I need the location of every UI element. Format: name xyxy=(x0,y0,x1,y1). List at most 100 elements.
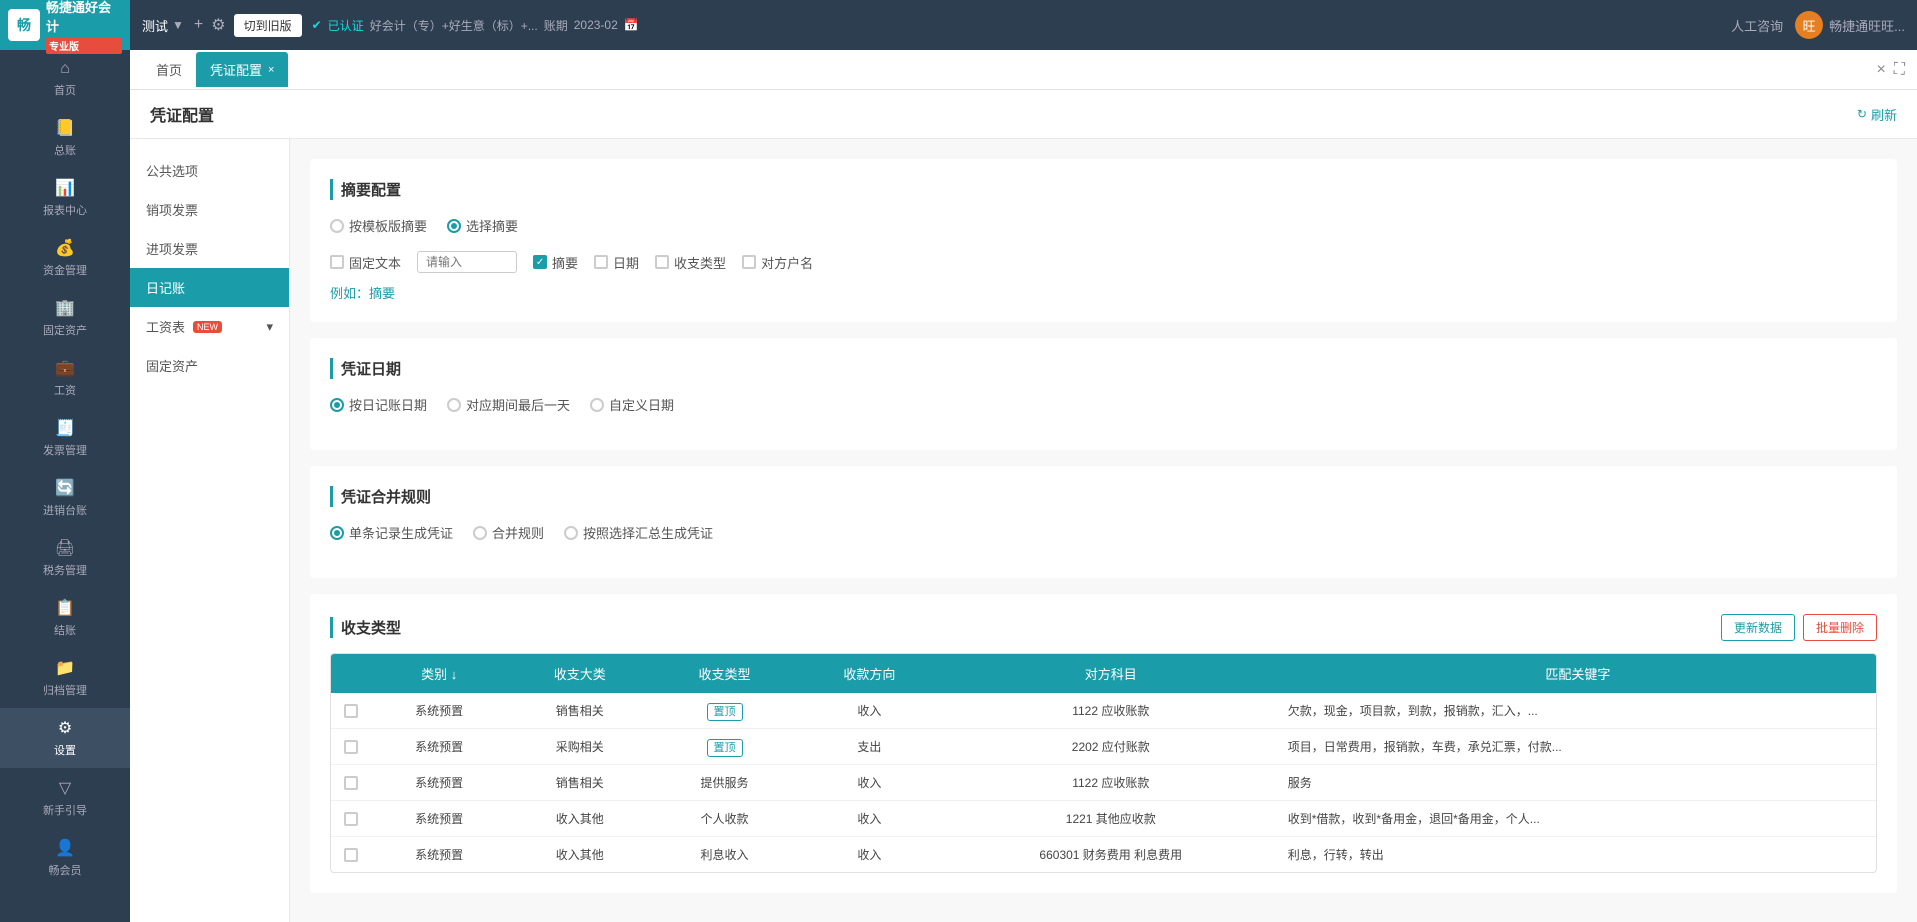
sidebar-item-member[interactable]: 👤 畅会员 xyxy=(0,828,130,888)
topbar-tags: ✔ 已认证 好会计（专）+好生意（标）+... 账期 2023-02 📅 xyxy=(312,17,1722,34)
cell-major-3: 收入其他 xyxy=(507,801,652,837)
topbar-actions: + ⚙ 切到旧版 xyxy=(194,14,302,37)
th-direction: 收款方向 xyxy=(797,654,942,693)
radio-select[interactable]: 选择摘要 xyxy=(447,216,518,235)
example-text: 例如：摘要 xyxy=(330,283,1877,302)
new-badge: NEW xyxy=(193,321,222,333)
tab-close-icon[interactable]: × xyxy=(268,64,274,76)
cell-checkbox-0[interactable] xyxy=(331,693,371,729)
expand-window-button[interactable]: ⛶ xyxy=(1894,61,1905,79)
nav-item-payroll[interactable]: 工资表 NEW ▾ xyxy=(130,307,289,346)
left-nav: 公共选项 销项发票 进项发票 日记账 工资表 NEW ▾ xyxy=(130,139,290,922)
nav-item-sales-invoice[interactable]: 销项发票 xyxy=(130,190,289,229)
sidebar-item-home[interactable]: ⌂ 首页 xyxy=(0,50,130,108)
sidebar-item-assets[interactable]: 🏢 固定资产 xyxy=(0,288,130,348)
layout: 公共选项 销项发票 进项发票 日记账 工资表 NEW ▾ xyxy=(130,139,1917,922)
sidebar-item-purchase-sales[interactable]: 🔄 进销台账 xyxy=(0,468,130,528)
ledger-icon: 📒 xyxy=(55,118,75,138)
radio-journal-date[interactable]: 按日记账日期 xyxy=(330,395,427,414)
checkbox-type[interactable]: 收支类型 xyxy=(655,253,726,272)
summary-config-section: 摘要配置 按模板版摘要 选择摘要 xyxy=(310,159,1897,322)
sidebar-item-ledger[interactable]: 📒 总账 xyxy=(0,108,130,168)
cell-checkbox-1[interactable] xyxy=(331,729,371,765)
tab-voucher-config[interactable]: 凭证配置 × xyxy=(196,52,288,87)
cell-keywords-3: 收到*借款，收到*备用金，退回*备用金，个人... xyxy=(1280,801,1876,837)
main-area: 测试 ▼ + ⚙ 切到旧版 ✔ 已认证 好会计（专）+好生意（标）+... 账期… xyxy=(130,0,1917,922)
funds-icon: 💰 xyxy=(55,238,75,258)
checkbox-date[interactable]: 日期 xyxy=(594,253,639,272)
top-tag-0[interactable]: 置顶 xyxy=(707,703,743,721)
th-checkbox xyxy=(331,654,371,693)
cell-major-2: 销售相关 xyxy=(507,765,652,801)
sidebar-item-funds[interactable]: 💰 资金管理 xyxy=(0,228,130,288)
cell-keywords-2: 服务 xyxy=(1280,765,1876,801)
income-expense-table-container: 类别 ↓ 收支大类 收支类型 收款方向 对方科目 匹配关键字 xyxy=(330,653,1877,873)
sidebar-item-tax[interactable]: 🖨 税务管理 xyxy=(0,528,130,588)
radio-circle-select-total xyxy=(564,526,578,540)
select-all-checkbox[interactable] xyxy=(344,667,358,681)
sidebar-item-invoice[interactable]: 🧾 发票管理 xyxy=(0,408,130,468)
nav-item-journal[interactable]: 日记账 xyxy=(130,268,289,307)
cell-account-2: 1122 应收账款 xyxy=(942,765,1280,801)
th-account: 对方科目 xyxy=(942,654,1280,693)
calendar-icon[interactable]: 📅 xyxy=(624,18,639,32)
sidebar-item-settle[interactable]: 📋 结账 xyxy=(0,588,130,648)
cell-direction-2: 收入 xyxy=(797,765,942,801)
company-name[interactable]: 测试 ▼ xyxy=(142,16,184,35)
cell-checkbox-3[interactable] xyxy=(331,801,371,837)
sidebar-item-archive[interactable]: 📁 归档管理 xyxy=(0,648,130,708)
radio-custom-date[interactable]: 自定义日期 xyxy=(590,395,674,414)
row-checkbox-1[interactable] xyxy=(344,740,358,754)
checkbox-fixed-text[interactable]: 固定文本 xyxy=(330,253,401,272)
nav-item-public[interactable]: 公共选项 xyxy=(130,151,289,190)
table-row: 系统预置 收入其他 利息收入 收入 660301 财务费用 利息费用 利息，行转… xyxy=(331,837,1876,873)
batch-delete-button[interactable]: 批量删除 xyxy=(1803,614,1877,641)
switch-version-button[interactable]: 切到旧版 xyxy=(234,14,302,37)
voucher-date-radio-group: 按日记账日期 对应期间最后一天 自定义日期 xyxy=(330,395,1877,414)
cell-checkbox-2[interactable] xyxy=(331,765,371,801)
radio-circle-merge xyxy=(473,526,487,540)
user-menu[interactable]: 旺 畅捷通旺旺... xyxy=(1795,11,1905,39)
period-value: 2023-02 xyxy=(574,18,618,32)
cell-category-0: 系统预置 xyxy=(371,693,507,729)
row-checkbox-2[interactable] xyxy=(344,776,358,790)
nav-item-purchase-invoice[interactable]: 进项发票 xyxy=(130,229,289,268)
radio-single[interactable]: 单条记录生成凭证 xyxy=(330,523,453,542)
assets-icon: 🏢 xyxy=(55,298,75,318)
income-expense-header: 收支类型 更新数据 批量删除 xyxy=(330,614,1877,641)
merge-rules-section: 凭证合并规则 单条记录生成凭证 合并规则 按照选择汇总生成凭证 xyxy=(310,466,1897,578)
radio-merge[interactable]: 合并规则 xyxy=(473,523,544,542)
avatar: 旺 xyxy=(1795,11,1823,39)
nav-item-fixed-assets[interactable]: 固定资产 xyxy=(130,346,289,385)
tab-home[interactable]: 首页 xyxy=(142,52,196,87)
cell-direction-1: 支出 xyxy=(797,729,942,765)
consultant-label[interactable]: 人工咨询 xyxy=(1731,16,1783,35)
fixed-text-input[interactable] xyxy=(417,251,517,273)
radio-select-total[interactable]: 按照选择汇总生成凭证 xyxy=(564,523,713,542)
sidebar-item-payroll[interactable]: 💼 工资 xyxy=(0,348,130,408)
cell-checkbox-4[interactable] xyxy=(331,837,371,873)
row-checkbox-4[interactable] xyxy=(344,848,358,862)
radio-circle-custom-date xyxy=(590,398,604,412)
add-icon[interactable]: + xyxy=(194,16,203,34)
cell-type-3: 个人收款 xyxy=(652,801,797,837)
row-checkbox-3[interactable] xyxy=(344,812,358,826)
income-expense-section: 收支类型 更新数据 批量删除 xyxy=(310,594,1897,893)
close-window-button[interactable]: × xyxy=(1876,61,1885,79)
sidebar-item-guide[interactable]: ▽ 新手引导 xyxy=(0,768,130,828)
row-checkbox-0[interactable] xyxy=(344,704,358,718)
update-data-button[interactable]: 更新数据 xyxy=(1721,614,1795,641)
sidebar-item-settings[interactable]: ⚙ 设置 xyxy=(0,708,130,768)
sidebar-item-reports[interactable]: 📊 报表中心 xyxy=(0,168,130,228)
refresh-button[interactable]: ↻ 刷新 xyxy=(1857,105,1897,124)
radio-period-last[interactable]: 对应期间最后一天 xyxy=(447,395,570,414)
checkbox-counterparty[interactable]: 对方户名 xyxy=(742,253,813,272)
top-tag-1[interactable]: 置顶 xyxy=(707,739,743,757)
checkbox-summary[interactable]: ✓ 摘要 xyxy=(533,253,578,272)
radio-circle-single xyxy=(330,526,344,540)
radio-template[interactable]: 按模板版摘要 xyxy=(330,216,427,235)
tabs-bar: 首页 凭证配置 × × ⛶ xyxy=(130,50,1917,90)
archive-icon: 📁 xyxy=(55,658,75,678)
settings-gear-icon[interactable]: ⚙ xyxy=(211,15,225,35)
table-row: 系统预置 收入其他 个人收款 收入 1221 其他应收款 收到*借款，收到*备用… xyxy=(331,801,1876,837)
